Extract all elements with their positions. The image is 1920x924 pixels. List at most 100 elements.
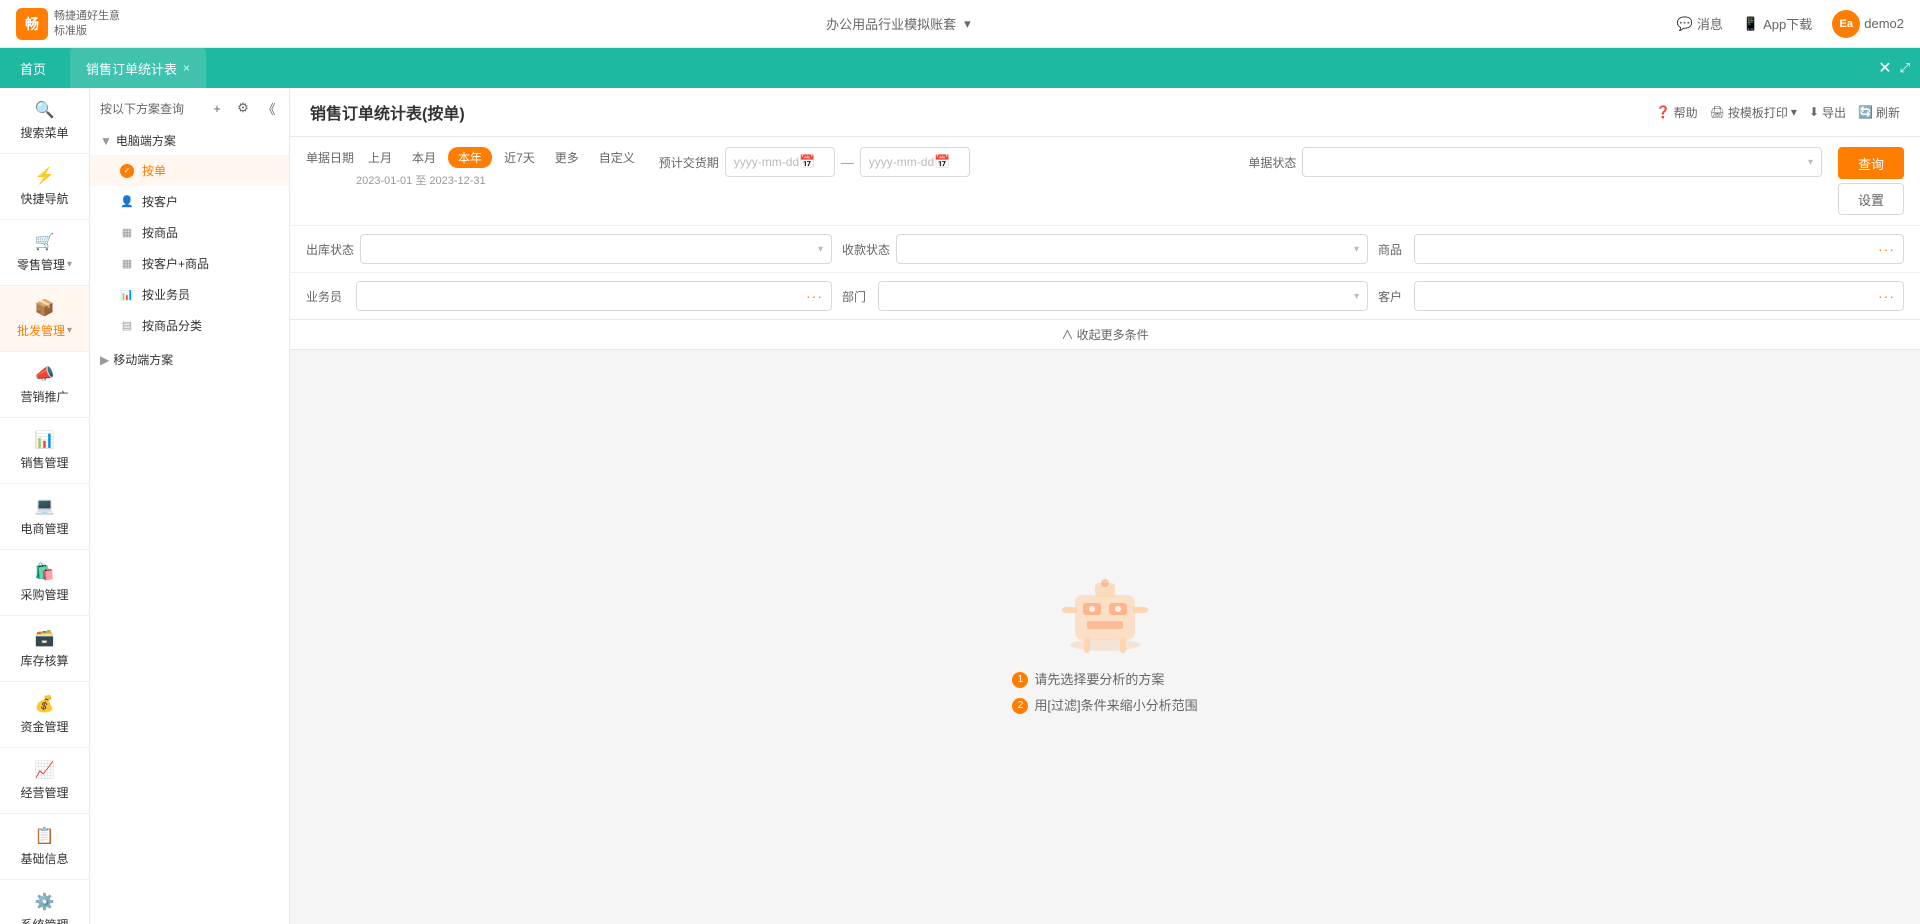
scheme-item-by-customer-goods[interactable]: ▦ 按客户+商品 [90,248,289,279]
filter-row-2: 出库状态 ▾ 收款状态 ▾ 商品 [290,226,1920,273]
calendar-start-icon[interactable]: 📅 [799,154,815,170]
collapse-bar[interactable]: ∧ 收起更多条件 [290,319,1920,349]
sidebar-item-marketing[interactable]: 📣 营销推广 [0,352,89,418]
refresh-button[interactable]: 🔄 刷新 [1858,104,1900,121]
marketing-icon: 📣 [35,364,55,384]
ecommerce-icon: 💻 [35,496,55,516]
date-btn-more[interactable]: 更多 [547,147,587,168]
sidebar-item-basic-info[interactable]: 📋 基础信息 [0,814,89,880]
scheme-item-by-goods[interactable]: ▦ 按商品 [90,217,289,248]
sidebar-item-quick-nav[interactable]: ⚡ 快捷导航 [0,154,89,220]
tip-num-1: 1 [1012,672,1028,688]
system-icon: ⚙️ [35,892,55,912]
print-arrow-icon: ▾ [1791,105,1797,119]
window-close-icon[interactable]: ✕ [1878,58,1891,78]
status-select[interactable]: ▾ [1302,147,1822,177]
sidebar-item-wholesale[interactable]: 📦 批发管理▾ [0,286,89,352]
tab-sales-order[interactable]: 销售订单统计表 × [70,48,206,88]
user-profile[interactable]: Ea demo2 [1832,10,1904,38]
scheme-add-button[interactable]: + [207,98,227,118]
tab-close-icon[interactable]: × [183,61,190,75]
date-btn-7days[interactable]: 近7天 [496,147,543,168]
staff-filter: 业务员 ··· [306,281,832,311]
sidebar-item-sales[interactable]: 📊 销售管理 [0,418,89,484]
status-filter: 单据状态 ▾ [1248,147,1822,177]
goods-input[interactable]: ··· [1414,234,1904,264]
scheme-item-by-order[interactable]: ✓ 按单 [90,155,289,186]
ship-status-chevron-icon: ▾ [818,244,823,255]
breadcrumb-arrow-icon[interactable]: ▾ [964,16,971,32]
app-download-button[interactable]: 📱 App下载 [1743,14,1812,33]
logo-icon: 畅 [16,8,48,40]
export-icon: ⬇ [1809,105,1819,119]
receive-status-label: 收款状态 [842,241,890,258]
staff-scheme-icon: 📊 [120,288,134,302]
scheme-group-desktop-title[interactable]: ▼ 电脑端方案 [90,126,289,155]
inventory-icon: 🗃️ [35,628,55,648]
window-maximize-icon[interactable]: ⤢ [1900,60,1910,76]
customer-input[interactable]: ··· [1414,281,1904,311]
retail-arrow-icon: ▾ [67,259,72,270]
collapse-icon: ∧ [1061,328,1076,342]
calendar-end-icon[interactable]: 📅 [934,154,950,170]
scheme-item-by-staff[interactable]: 📊 按业务员 [90,279,289,310]
date-btn-this-month[interactable]: 本月 [404,147,444,168]
empty-illustration [1045,555,1165,655]
message-button[interactable]: 💬 消息 [1677,14,1723,33]
dept-label: 部门 [842,288,872,305]
group-expand-icon: ▼ [100,134,112,148]
date-btn-custom[interactable]: 自定义 [591,147,643,168]
customer-more-icon[interactable]: ··· [1878,288,1895,304]
tip-num-2: 2 [1012,698,1028,714]
scheme-item-by-customer[interactable]: 👤 按客户 [90,186,289,217]
sidebar-item-search[interactable]: 🔍 搜索菜单 [0,88,89,154]
scheme-settings-button[interactable]: ⚙ [233,98,253,118]
page-header: 销售订单统计表(按单) ❓ 帮助 🖨 按模板打印 ▾ ⬇ [290,88,1920,137]
goods-filter: 商品 ··· [1378,234,1904,264]
topbar-breadcrumb[interactable]: 办公用品行业模拟账套 ▾ [826,14,971,33]
export-button[interactable]: ⬇ 导出 [1809,104,1846,121]
staff-more-icon[interactable]: ··· [806,288,823,304]
page-actions: ❓ 帮助 🖨 按模板打印 ▾ ⬇ 导出 🔄 [1656,104,1900,121]
scheme-collapse-button[interactable]: 《 [259,98,279,118]
status-label: 单据状态 [1248,154,1296,171]
sidebar-item-inventory[interactable]: 🗃️ 库存核算 [0,616,89,682]
date-filter-group: 单据日期 上月 本月 本年 近7天 更多 自定义 2023-01-01 至 20… [306,147,643,188]
print-icon: 🖨 [1710,105,1725,119]
sidebar-item-ecommerce[interactable]: 💻 电商管理 [0,484,89,550]
tab-home[interactable]: 首页 [0,48,66,88]
empty-tip-1: 1 请先选择要分析的方案 [1012,667,1197,693]
dept-select[interactable]: ▾ [878,281,1368,311]
scheme-active-dot: ✓ [120,164,134,178]
date-buttons: 上月 本月 本年 近7天 更多 自定义 [360,147,643,168]
help-button[interactable]: ❓ 帮助 [1656,104,1698,121]
staff-input[interactable]: ··· [356,281,832,311]
goods-label: 商品 [1378,241,1408,258]
sidebar: 🔍 搜索菜单 ⚡ 快捷导航 🛒 零售管理▾ 📦 批发管理▾ 📣 营销推广 📊 销… [0,88,90,924]
scheme-group-mobile: ▶ 移动端方案 [90,345,289,374]
expected-date-start[interactable]: yyyy-mm-dd 📅 [725,147,835,177]
expected-date-end[interactable]: yyyy-mm-dd 📅 [860,147,970,177]
date-btn-last-month[interactable]: 上月 [360,147,400,168]
scheme-item-by-category[interactable]: ▤ 按商品分类 [90,310,289,341]
action-buttons: 查询 设置 [1838,147,1904,215]
main-content: 销售订单统计表(按单) ❓ 帮助 🖨 按模板打印 ▾ ⬇ [290,88,1920,924]
date-btn-this-year[interactable]: 本年 [448,147,492,168]
date-separator: — [841,155,854,170]
settings-button[interactable]: 设置 [1838,183,1904,215]
sidebar-item-purchase[interactable]: 🛍️ 采购管理 [0,550,89,616]
query-button[interactable]: 查询 [1838,147,1904,179]
sidebar-item-finance[interactable]: 💰 资金管理 [0,682,89,748]
wholesale-arrow-icon: ▾ [67,325,72,336]
topbar: 畅 畅捷通好生意 标准版 办公用品行业模拟账套 ▾ 💬 消息 📱 App下载 E… [0,0,1920,48]
sidebar-item-system[interactable]: ⚙️ 系统管理 [0,880,89,924]
quick-nav-icon: ⚡ [35,166,55,186]
category-scheme-icon: ▤ [120,319,134,333]
sidebar-item-retail[interactable]: 🛒 零售管理▾ [0,220,89,286]
sidebar-item-operations[interactable]: 📈 经营管理 [0,748,89,814]
scheme-group-mobile-title[interactable]: ▶ 移动端方案 [90,345,289,374]
template-print-button[interactable]: 🖨 按模板打印 ▾ [1710,104,1797,121]
ship-status-select[interactable]: ▾ [360,234,832,264]
goods-more-icon[interactable]: ··· [1878,241,1895,257]
receive-status-select[interactable]: ▾ [896,234,1368,264]
